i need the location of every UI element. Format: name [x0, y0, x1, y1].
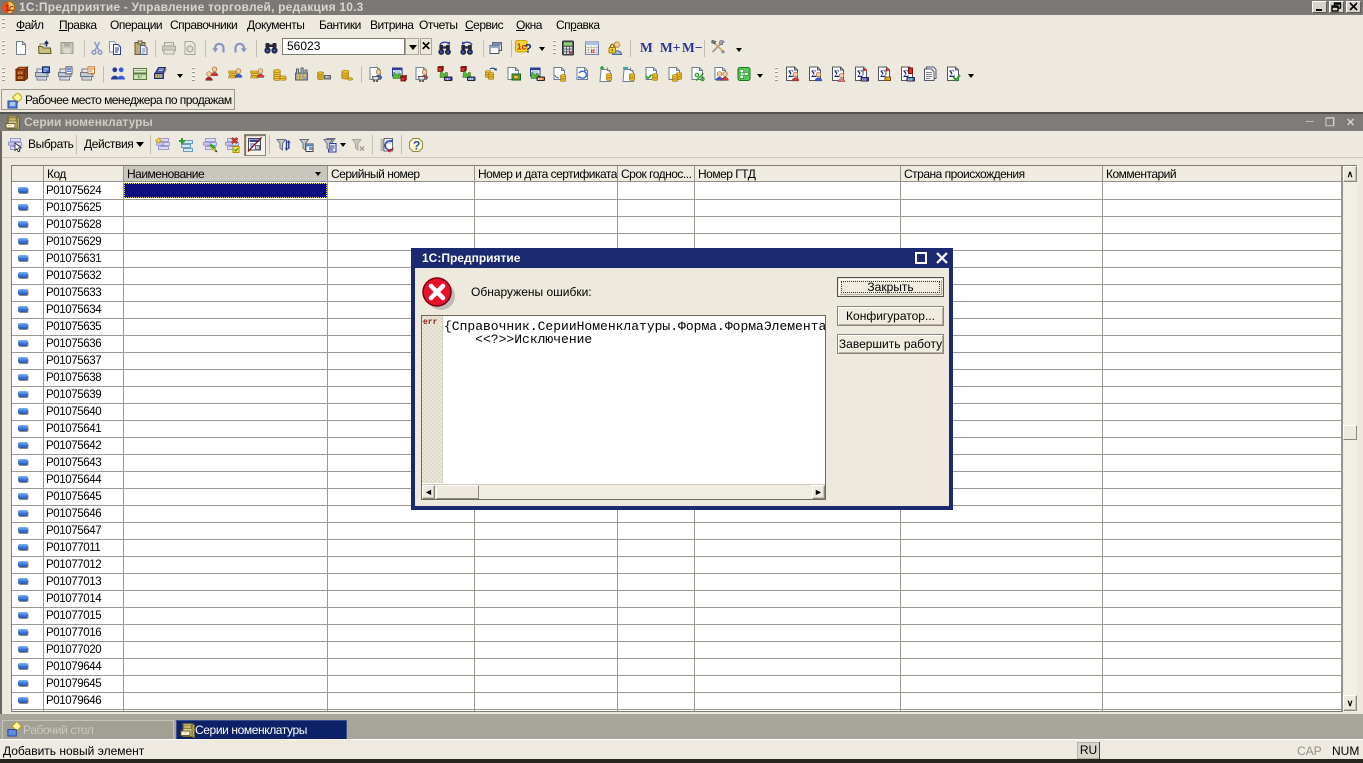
svg-text:$: $ [139, 75, 142, 81]
svg-text:Σ: Σ [834, 69, 840, 79]
svg-text:С: С [9, 6, 14, 13]
svg-text:?: ? [413, 139, 420, 153]
svg-text:?: ? [525, 42, 532, 56]
